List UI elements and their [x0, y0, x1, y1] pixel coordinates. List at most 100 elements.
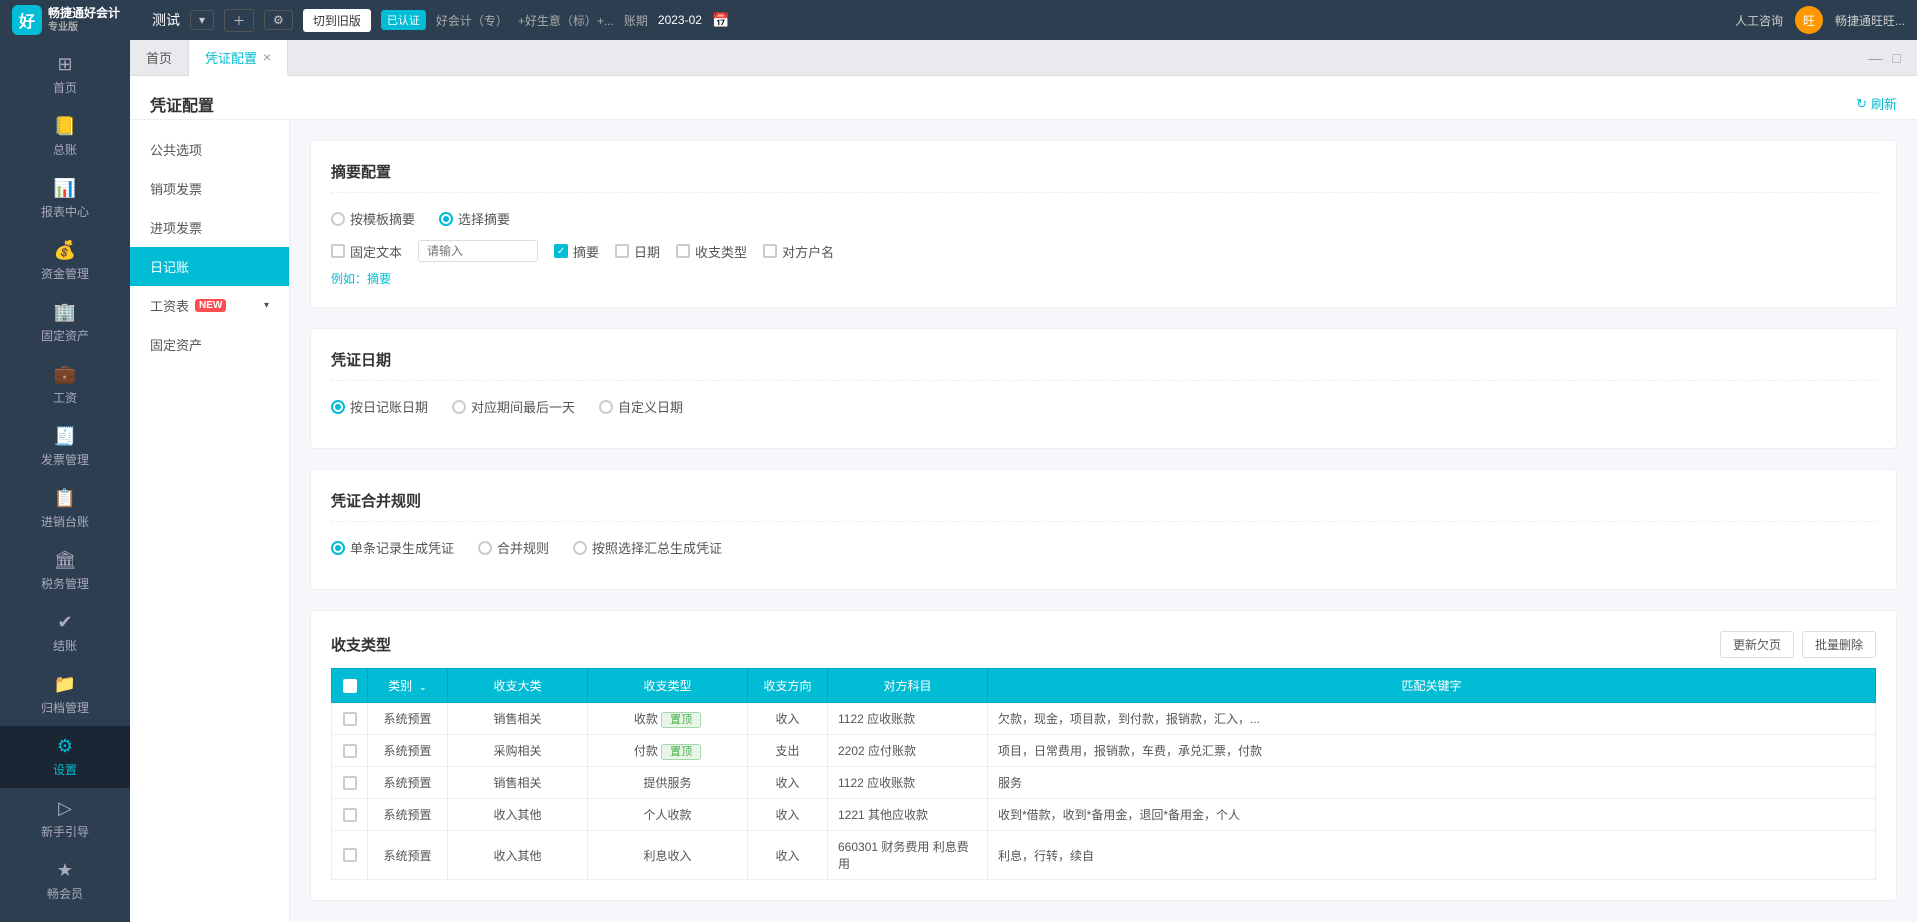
- sidebar-label-tax: 税务管理: [41, 575, 89, 592]
- sidebar-item-home[interactable]: ⊞ 首页: [0, 44, 130, 106]
- tab-voucher-config[interactable]: 凭证配置 ×: [189, 40, 288, 76]
- checkbox-date-box: [615, 244, 629, 258]
- checkbox-fixed-text-box: [331, 244, 345, 258]
- sidebar-item-guide[interactable]: ▷ 新手引导: [0, 788, 130, 850]
- header-checkbox[interactable]: [343, 679, 357, 693]
- minimize-btn[interactable]: —: [1869, 50, 1883, 66]
- checkbox-counterpart[interactable]: 对方户名: [763, 242, 834, 261]
- sidebar-label-guide: 新手引导: [41, 823, 89, 840]
- income-expense-section: 收支类型 更新欠页 批量删除: [310, 610, 1897, 901]
- member-icon: ★: [57, 860, 73, 881]
- switch-version-btn[interactable]: 切到旧版: [303, 9, 371, 32]
- main-content: 摘要配置 按模板摘要 选择摘要: [290, 120, 1917, 922]
- refresh-btn[interactable]: ↻ 刷新: [1856, 94, 1897, 113]
- row-checkbox-cell[interactable]: [332, 703, 368, 735]
- avatar[interactable]: 旺: [1795, 6, 1823, 34]
- row-type: 利息收入: [588, 831, 748, 880]
- left-nav-item-public[interactable]: 公共选项: [130, 130, 289, 169]
- radio-merge-rules[interactable]: 合并规则: [478, 538, 549, 557]
- th-checkbox[interactable]: [332, 669, 368, 703]
- summary-checkbox-row: 固定文本 ✓ 摘要 日期: [331, 240, 1876, 262]
- sidebar-item-settings[interactable]: ⚙ 设置: [0, 726, 130, 788]
- row-category: 系统预置: [368, 735, 448, 767]
- sidebar-item-invoice[interactable]: 🧾 发票管理: [0, 416, 130, 478]
- left-nav-item-purchase-invoice[interactable]: 进项发票: [130, 208, 289, 247]
- sidebar-item-archive[interactable]: 📁 归档管理: [0, 664, 130, 726]
- voucher-date-title: 凭证日期: [331, 349, 1876, 381]
- radio-diary-date[interactable]: 按日记账日期: [331, 397, 428, 416]
- radio-period-last-day-circle: [452, 400, 466, 414]
- left-nav-item-sales-invoice[interactable]: 销项发票: [130, 169, 289, 208]
- radio-custom-date[interactable]: 自定义日期: [599, 397, 683, 416]
- row-direction: 收入: [748, 831, 828, 880]
- calendar-icon[interactable]: 📅: [712, 12, 729, 29]
- add-btn[interactable]: ＋: [224, 9, 254, 32]
- update-btn[interactable]: 更新欠页: [1720, 631, 1794, 658]
- ledger-icon: 📒: [54, 116, 76, 137]
- assets-icon: 🏢: [54, 302, 76, 323]
- radio-select-summary[interactable]: 选择摘要: [439, 209, 510, 228]
- radio-period-last-day[interactable]: 对应期间最后一天: [452, 397, 575, 416]
- tab-home[interactable]: 首页: [130, 40, 189, 76]
- row-checkbox[interactable]: [343, 848, 357, 862]
- batch-delete-btn[interactable]: 批量删除: [1802, 631, 1876, 658]
- sidebar-item-purchase[interactable]: 📋 进销台账: [0, 478, 130, 540]
- tax-icon: 🏛: [54, 550, 77, 571]
- sidebar-item-tax[interactable]: 🏛 税务管理: [0, 540, 130, 602]
- dropdown-btn[interactable]: ▾: [190, 10, 214, 30]
- row-checkbox[interactable]: [343, 712, 357, 726]
- left-nav-item-diary[interactable]: 日记账: [130, 247, 289, 286]
- sidebar-label-member: 畅会员: [47, 885, 83, 902]
- page-header: 凭证配置 ↻ 刷新: [130, 76, 1917, 120]
- fixed-text-input[interactable]: [418, 240, 538, 262]
- row-keywords: 利息，行转，续自: [988, 831, 1876, 880]
- sort-icon[interactable]: ⌄: [418, 682, 426, 693]
- left-nav-item-fixed-assets[interactable]: 固定资产: [130, 325, 289, 364]
- sidebar-item-funds[interactable]: 💰 资金管理: [0, 230, 130, 292]
- checkbox-summary[interactable]: ✓ 摘要: [554, 242, 599, 261]
- sidebar-item-closing[interactable]: ✔ 结账: [0, 602, 130, 664]
- row-checkbox[interactable]: [343, 776, 357, 790]
- sidebar-label-closing: 结账: [53, 637, 77, 654]
- radio-single-record[interactable]: 单条记录生成凭证: [331, 538, 454, 557]
- haoshengyi-tag: +好生意（标）+...: [518, 12, 614, 29]
- row-category: 系统预置: [368, 799, 448, 831]
- row-direction: 收入: [748, 799, 828, 831]
- table-row: 系统预置 收入其他 个人收款 收入 1221 其他应收款 收到*借款，收到*备用…: [332, 799, 1876, 831]
- income-expense-title: 收支类型: [331, 634, 391, 655]
- sidebar-item-ledger[interactable]: 📒 总账: [0, 106, 130, 168]
- row-checkbox[interactable]: [343, 808, 357, 822]
- invoice-icon: 🧾: [54, 426, 76, 447]
- checkbox-income-type[interactable]: 收支类型: [676, 242, 747, 261]
- sidebar-label-settings: 设置: [53, 761, 77, 778]
- row-checkbox[interactable]: [343, 744, 357, 758]
- left-nav-item-payroll[interactable]: 工资表 NEW ▾: [130, 286, 289, 325]
- table-wrapper: 类别 ⌄ 收支大类 收支类型 收支方向 对方科目 匹配关键字: [331, 668, 1876, 880]
- table-row: 系统预置 采购相关 付款 置顶 支出 2202 应付账款 项目，日常费用，报销款…: [332, 735, 1876, 767]
- sidebar-item-assets[interactable]: 🏢 固定资产: [0, 292, 130, 354]
- row-checkbox-cell[interactable]: [332, 831, 368, 880]
- checkbox-date[interactable]: 日期: [615, 242, 660, 261]
- row-checkbox-cell[interactable]: [332, 799, 368, 831]
- sidebar-item-payroll[interactable]: 💼 工资: [0, 354, 130, 416]
- row-type: 收款 置顶: [588, 703, 748, 735]
- sidebar-item-member[interactable]: ★ 畅会员: [0, 850, 130, 912]
- row-type: 个人收款: [588, 799, 748, 831]
- row-checkbox-cell[interactable]: [332, 735, 368, 767]
- sidebar-item-reports[interactable]: 📊 报表中心: [0, 168, 130, 230]
- summary-config-title: 摘要配置: [331, 161, 1876, 193]
- consult-label[interactable]: 人工咨询: [1735, 12, 1783, 29]
- radio-template-summary[interactable]: 按模板摘要: [331, 209, 415, 228]
- maximize-btn[interactable]: □: [1893, 50, 1901, 66]
- row-direction: 收入: [748, 767, 828, 799]
- tab-close-icon[interactable]: ×: [263, 49, 271, 65]
- th-keyword: 匹配关键字: [988, 669, 1876, 703]
- radio-aggregate[interactable]: 按照选择汇总生成凭证: [573, 538, 722, 557]
- refresh-icon: ↻: [1856, 96, 1867, 112]
- settings-btn[interactable]: ⚙: [264, 10, 293, 30]
- reset-tag[interactable]: 置顶: [661, 712, 701, 728]
- checkbox-fixed-text[interactable]: 固定文本: [331, 242, 402, 261]
- merge-rules-radio-group: 单条记录生成凭证 合并规则 按照选择汇总生成凭证: [331, 538, 1876, 557]
- reset-tag[interactable]: 置顶: [661, 744, 701, 760]
- row-checkbox-cell[interactable]: [332, 767, 368, 799]
